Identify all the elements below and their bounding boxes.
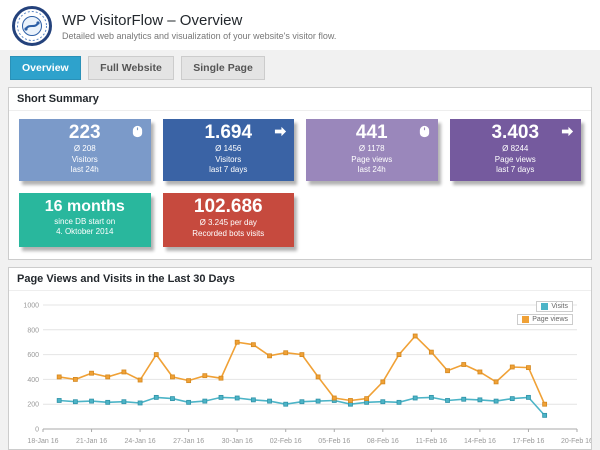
stat-label: Visitors bbox=[25, 155, 145, 166]
short-summary-panel: Short Summary 223 Ø 208 Visitors last 24… bbox=[8, 87, 592, 260]
stat-label: Page views bbox=[456, 155, 576, 166]
stat-card-pageviews-24h: 441 Ø 1178 Page views last 24h bbox=[306, 119, 438, 181]
svg-text:1000: 1000 bbox=[23, 303, 39, 310]
stat-line: since DB start on bbox=[25, 217, 145, 228]
legend-entry[interactable]: Page views bbox=[517, 314, 573, 325]
chart-panel-title: Page Views and Visits in the Last 30 Day… bbox=[9, 268, 591, 291]
stat-card-bots: 102.686 Ø 3.245 per day Recorded bots vi… bbox=[163, 193, 295, 247]
tab-full-website[interactable]: Full Website bbox=[88, 56, 174, 80]
legend-swatch bbox=[541, 303, 548, 310]
chart-area: 0 200 400 600 800 1000 18-Jan 16 21-Jan 16 24-Ja… bbox=[9, 291, 591, 449]
svg-text:600: 600 bbox=[27, 352, 39, 359]
svg-text:400: 400 bbox=[27, 377, 39, 384]
legend-label: Visits bbox=[551, 303, 568, 310]
svg-text:02-Feb 16: 02-Feb 16 bbox=[270, 438, 302, 445]
stat-average: Ø 1178 bbox=[312, 144, 432, 155]
stat-average: Ø 1456 bbox=[169, 144, 289, 155]
stat-average: Ø 8244 bbox=[456, 144, 576, 155]
stat-label: Visitors bbox=[169, 155, 289, 166]
page-subtitle: Detailed web analytics and visualization… bbox=[62, 31, 336, 41]
legend-label: Page views bbox=[532, 316, 568, 323]
svg-text:14-Feb 16: 14-Feb 16 bbox=[464, 438, 496, 445]
mouse-icon bbox=[131, 125, 144, 138]
stat-period: last 24h bbox=[25, 165, 145, 176]
stat-line: 4. Oktober 2014 bbox=[25, 227, 145, 238]
svg-text:800: 800 bbox=[27, 328, 39, 335]
stat-label: Page views bbox=[312, 155, 432, 166]
stat-card-visitors-24h: 223 Ø 208 Visitors last 24h bbox=[19, 119, 151, 181]
stat-value: 3.403 bbox=[456, 122, 576, 144]
stat-period: last 7 days bbox=[456, 165, 576, 176]
svg-text:27-Jan 16: 27-Jan 16 bbox=[173, 438, 204, 445]
arrow-right-icon bbox=[561, 125, 574, 138]
stat-card-db-age: 16 months since DB start on 4. Oktober 2… bbox=[19, 193, 151, 247]
stat-card-pageviews-7d: 3.403 Ø 8244 Page views last 7 days bbox=[450, 119, 582, 181]
stat-average: Ø 208 bbox=[25, 144, 145, 155]
legend-entry[interactable]: Visits bbox=[536, 301, 573, 312]
svg-text:17-Feb 16: 17-Feb 16 bbox=[512, 438, 544, 445]
stat-value: 223 bbox=[25, 122, 145, 144]
tab-bar: Overview Full Website Single Page bbox=[0, 50, 600, 80]
stat-value: 441 bbox=[312, 122, 432, 144]
wp-visitorflow-logo bbox=[12, 6, 52, 46]
svg-text:20-Feb 16: 20-Feb 16 bbox=[561, 438, 591, 445]
legend-swatch bbox=[522, 316, 529, 323]
arrow-right-icon bbox=[274, 125, 287, 138]
svg-text:21-Jan 16: 21-Jan 16 bbox=[76, 438, 107, 445]
stat-period: last 24h bbox=[312, 165, 432, 176]
svg-text:18-Jan 16: 18-Jan 16 bbox=[27, 438, 58, 445]
summary-cards: 223 Ø 208 Visitors last 24h 1.694 Ø 1456… bbox=[9, 111, 591, 259]
svg-text:200: 200 bbox=[27, 402, 39, 409]
stat-average: Ø 3.245 per day bbox=[169, 218, 289, 229]
svg-text:0: 0 bbox=[35, 427, 39, 434]
svg-text:30-Jan 16: 30-Jan 16 bbox=[222, 438, 253, 445]
chart-legend: Visits Page views bbox=[517, 301, 573, 325]
page-title: WP VisitorFlow – Overview bbox=[62, 12, 336, 29]
svg-text:24-Jan 16: 24-Jan 16 bbox=[125, 438, 156, 445]
stat-value: 16 months bbox=[25, 196, 145, 216]
short-summary-title: Short Summary bbox=[9, 88, 591, 111]
mouse-icon bbox=[418, 125, 431, 138]
svg-text:11-Feb 16: 11-Feb 16 bbox=[416, 438, 447, 445]
stat-label: Recorded bots visits bbox=[169, 229, 289, 240]
svg-text:08-Feb 16: 08-Feb 16 bbox=[367, 438, 399, 445]
stat-value: 1.694 bbox=[169, 122, 289, 144]
tab-overview[interactable]: Overview bbox=[10, 56, 81, 80]
stat-value: 102.686 bbox=[169, 196, 289, 218]
chart-panel: Page Views and Visits in the Last 30 Day… bbox=[8, 267, 592, 450]
stat-period: last 7 days bbox=[169, 165, 289, 176]
chart-svg: 0 200 400 600 800 1000 18-Jan 16 21-Jan 16 24-Ja… bbox=[13, 295, 591, 447]
page-header: WP VisitorFlow – Overview Detailed web a… bbox=[0, 0, 600, 50]
stat-card-visitors-7d: 1.694 Ø 1456 Visitors last 7 days bbox=[163, 119, 295, 181]
tab-single-page[interactable]: Single Page bbox=[181, 56, 265, 80]
svg-text:05-Feb 16: 05-Feb 16 bbox=[318, 438, 350, 445]
